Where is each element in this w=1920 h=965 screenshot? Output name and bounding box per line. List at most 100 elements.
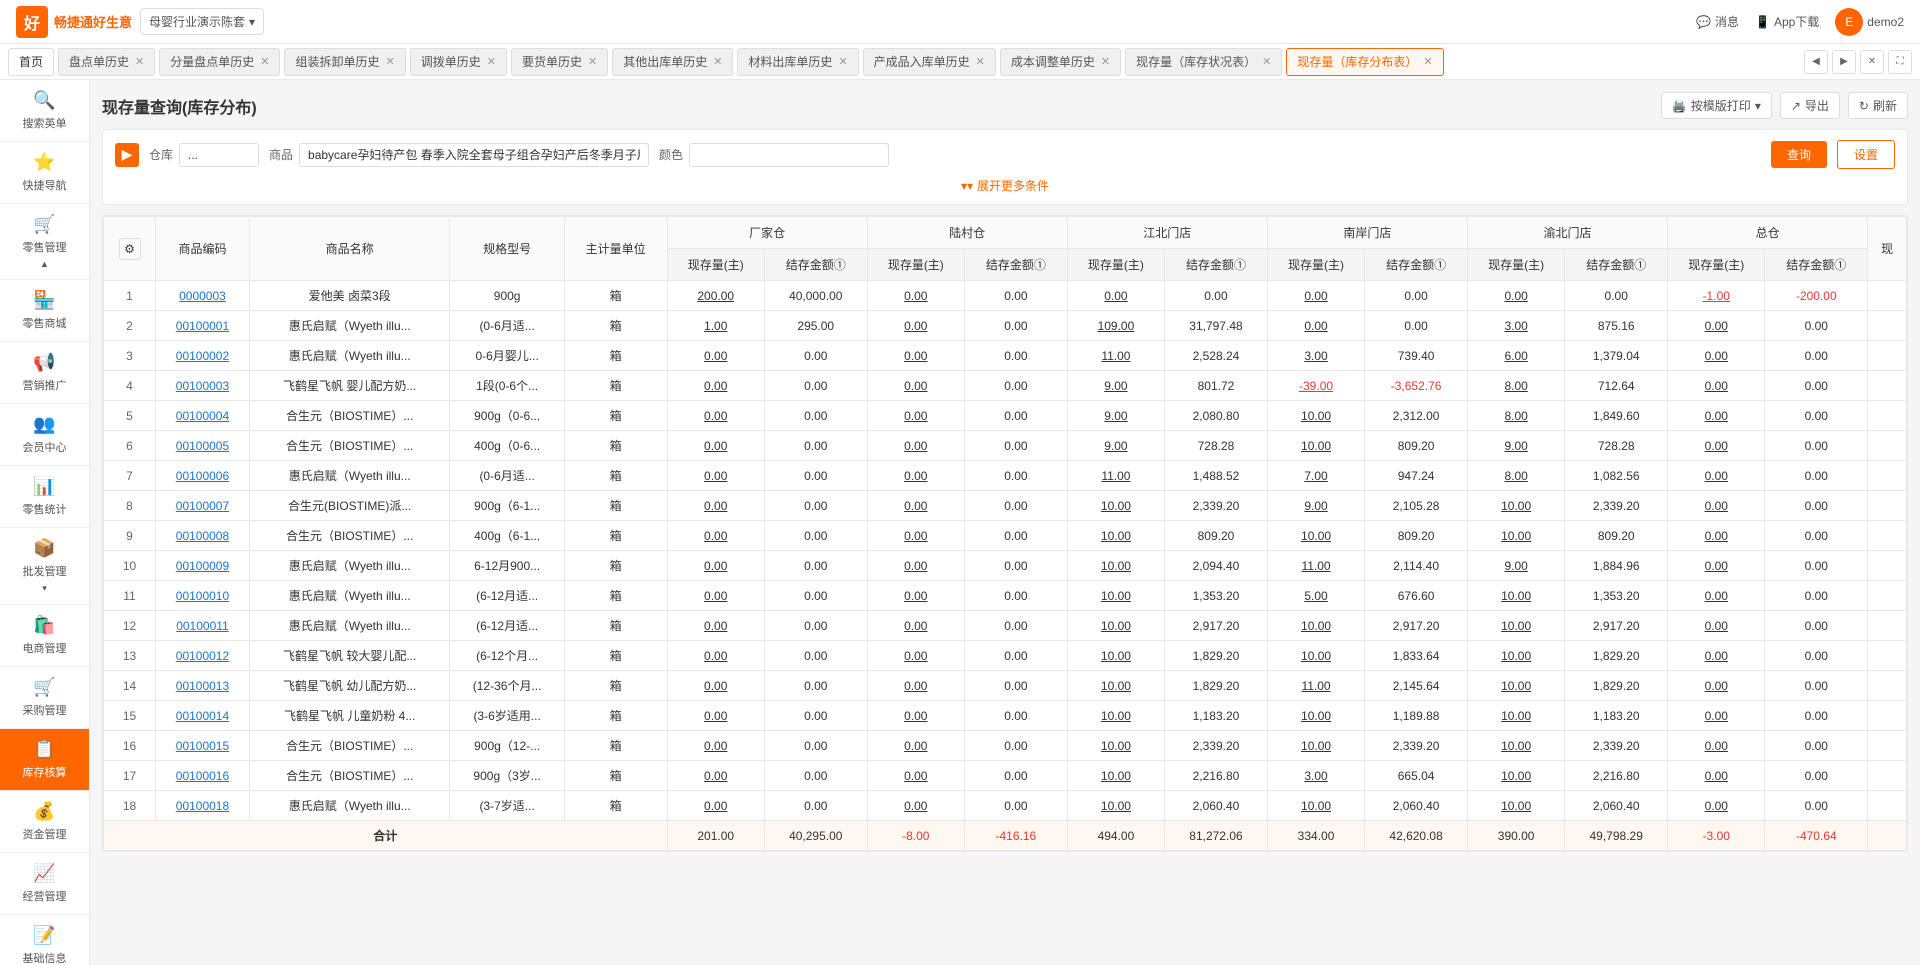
tab-pandian[interactable]: 盘点单历史 ✕ xyxy=(58,48,155,76)
sidebar-item-purchase[interactable]: 🛒 采购管理 xyxy=(0,667,89,729)
sidebar-item-marketing[interactable]: 📢 营销推广 xyxy=(0,342,89,404)
page-actions: 🖨️ 按模版打印 ▾ ↗ 导出 ↻ 刷新 xyxy=(1661,92,1908,119)
sidebar-item-ecommerce[interactable]: 🛍️ 电商管理 xyxy=(0,605,89,667)
sidebar-label-wholesale: 批发管理 xyxy=(23,563,67,579)
row-spec: (6-12月适... xyxy=(450,611,564,641)
row-fj-qty: 0.00 xyxy=(667,581,764,611)
row-yb-amt: 875.16 xyxy=(1565,311,1668,341)
row-total-qty: 0.00 xyxy=(1668,551,1765,581)
filter-toggle-btn[interactable]: ▶ xyxy=(115,143,139,167)
row-total-qty: 0.00 xyxy=(1668,311,1765,341)
close-icon[interactable]: ✕ xyxy=(1262,55,1271,68)
export-btn[interactable]: ↗ 导出 xyxy=(1780,92,1840,119)
close-icon[interactable]: ✕ xyxy=(386,55,395,68)
tab-prev-btn[interactable]: ◀ xyxy=(1804,50,1828,74)
message-btn[interactable]: 💬 消息 xyxy=(1696,13,1739,30)
row-lc-amt: 0.00 xyxy=(965,581,1068,611)
row-fj-qty: 0.00 xyxy=(667,551,764,581)
row-na-qty: 7.00 xyxy=(1267,461,1364,491)
row-na-amt: 2,060.40 xyxy=(1365,791,1468,821)
close-icon[interactable]: ✕ xyxy=(260,55,269,68)
summary-yb-qty: 390.00 xyxy=(1467,821,1564,851)
row-na-qty: 10.00 xyxy=(1267,791,1364,821)
sidebar-item-mall[interactable]: 🏪 零售商城 xyxy=(0,280,89,342)
tab-home[interactable]: 首页 xyxy=(8,48,54,76)
close-icon[interactable]: ✕ xyxy=(487,55,496,68)
row-unit: 箱 xyxy=(564,761,667,791)
app-download-btn[interactable]: 📱 App下载 xyxy=(1755,13,1819,30)
tab-qitachuku[interactable]: 其他出库单历史 ✕ xyxy=(612,48,733,76)
tab-nav-btns: ◀ ▶ ✕ ⛶ xyxy=(1804,50,1912,74)
tab-chengpin[interactable]: 产成品入库单历史 ✕ xyxy=(863,48,996,76)
tab-chenben[interactable]: 成本调整单历史 ✕ xyxy=(1000,48,1121,76)
sidebar-item-member[interactable]: 👥 会员中心 xyxy=(0,404,89,466)
tab-fenpandian[interactable]: 分量盘点单历史 ✕ xyxy=(159,48,280,76)
sidebar-item-basics[interactable]: 📝 基础信息 xyxy=(0,915,89,965)
tab-next-btn[interactable]: ▶ xyxy=(1832,50,1856,74)
row-code: 00100009 xyxy=(156,551,250,581)
th-yb-amt: 结存金额① xyxy=(1565,249,1668,281)
close-icon[interactable]: ✕ xyxy=(135,55,144,68)
tab-xiancun-status[interactable]: 现存量（库存状况表） ✕ xyxy=(1125,48,1282,76)
row-na-amt: 2,105.28 xyxy=(1365,491,1468,521)
close-icon[interactable]: ✕ xyxy=(713,55,722,68)
sidebar-item-retail-stats[interactable]: 📊 零售统计 xyxy=(0,466,89,528)
th-nanan-store: 南岸门店 xyxy=(1267,217,1467,249)
search-btn[interactable]: 查询 xyxy=(1771,141,1827,168)
message-icon: 💬 xyxy=(1696,15,1711,29)
sidebar-item-inventory[interactable]: 📋 库存核算 xyxy=(0,729,89,791)
print-btn[interactable]: 🖨️ 按模版打印 ▾ xyxy=(1661,92,1772,119)
th-settings: ⚙ xyxy=(104,217,156,281)
color-input[interactable] xyxy=(689,143,889,167)
warehouse-label: 仓库 xyxy=(149,146,173,163)
table-row: 1 0000003 爱他美 卤菜3段 900g 箱 200.00 40,000.… xyxy=(104,281,1907,311)
row-curr xyxy=(1868,431,1907,461)
row-unit: 箱 xyxy=(564,521,667,551)
close-icon[interactable]: ✕ xyxy=(1101,55,1110,68)
setting-btn[interactable]: 设置 xyxy=(1837,140,1895,169)
sidebar-item-finance[interactable]: 💰 资金管理 xyxy=(0,791,89,853)
close-icon[interactable]: ✕ xyxy=(588,55,597,68)
tab-close-btn[interactable]: ✕ xyxy=(1860,50,1884,74)
close-icon[interactable]: ✕ xyxy=(838,55,847,68)
tab-cailiao[interactable]: 材料出库单历史 ✕ xyxy=(737,48,858,76)
tab-yaohuo[interactable]: 要货单历史 ✕ xyxy=(511,48,608,76)
row-fj-qty: 0.00 xyxy=(667,431,764,461)
row-unit: 箱 xyxy=(564,401,667,431)
row-jb-qty: 10.00 xyxy=(1067,491,1164,521)
row-lc-amt: 0.00 xyxy=(965,491,1068,521)
row-fj-amt: 0.00 xyxy=(764,521,867,551)
row-lc-amt: 0.00 xyxy=(965,671,1068,701)
tab-diaob[interactable]: 调拨单历史 ✕ xyxy=(410,48,507,76)
row-name: 飞鹤星飞帆 婴儿配方奶... xyxy=(249,371,450,401)
row-spec: 900g（6-1... xyxy=(450,491,564,521)
row-lc-qty: 0.00 xyxy=(867,341,964,371)
column-settings-icon[interactable]: ⚙ xyxy=(119,238,141,260)
close-icon[interactable]: ✕ xyxy=(1423,55,1432,68)
sidebar-item-search[interactable]: 🔍 搜索英单 xyxy=(0,80,89,142)
tab-expand-btn[interactable]: ⛶ xyxy=(1888,50,1912,74)
row-na-qty: 5.00 xyxy=(1267,581,1364,611)
brand-select[interactable]: 母婴行业演示陈套 ▾ xyxy=(140,8,264,35)
sidebar-item-retail-mgmt[interactable]: 🛒 零售管理 ▲ xyxy=(0,204,89,280)
sidebar-item-nav[interactable]: ⭐ 快捷导航 xyxy=(0,142,89,204)
table-row: 9 00100008 合生元（BIOSTIME）... 400g（6-1... … xyxy=(104,521,1907,551)
user-area[interactable]: E demo2 xyxy=(1835,8,1904,36)
close-icon[interactable]: ✕ xyxy=(976,55,985,68)
table-row: 15 00100014 飞鹤星飞帆 儿童奶粉 4... (3-6岁适用... 箱… xyxy=(104,701,1907,731)
warehouse-input[interactable] xyxy=(179,143,259,167)
expand-filter-btn[interactable]: ▾▾ 展开更多条件 xyxy=(961,177,1049,194)
row-total-amt: 0.00 xyxy=(1765,461,1868,491)
product-input[interactable] xyxy=(299,143,649,167)
row-yb-qty: 10.00 xyxy=(1467,671,1564,701)
sidebar-item-wholesale[interactable]: 📦 批发管理 ▾ xyxy=(0,528,89,605)
tab-xiancun-dist[interactable]: 现存量（库存分布表） ✕ xyxy=(1286,48,1443,76)
table-row: 16 00100015 合生元（BIOSTIME）... 900g（12-...… xyxy=(104,731,1907,761)
tab-zuzhang[interactable]: 组装拆卸单历史 ✕ xyxy=(284,48,405,76)
row-yb-qty: 9.00 xyxy=(1467,431,1564,461)
row-total-qty: 0.00 xyxy=(1668,791,1765,821)
row-spec: 0-6月婴儿... xyxy=(450,341,564,371)
sidebar-item-operations[interactable]: 📈 经营管理 xyxy=(0,853,89,915)
row-jb-amt: 2,216.80 xyxy=(1165,761,1268,791)
refresh-btn[interactable]: ↻ 刷新 xyxy=(1848,92,1908,119)
